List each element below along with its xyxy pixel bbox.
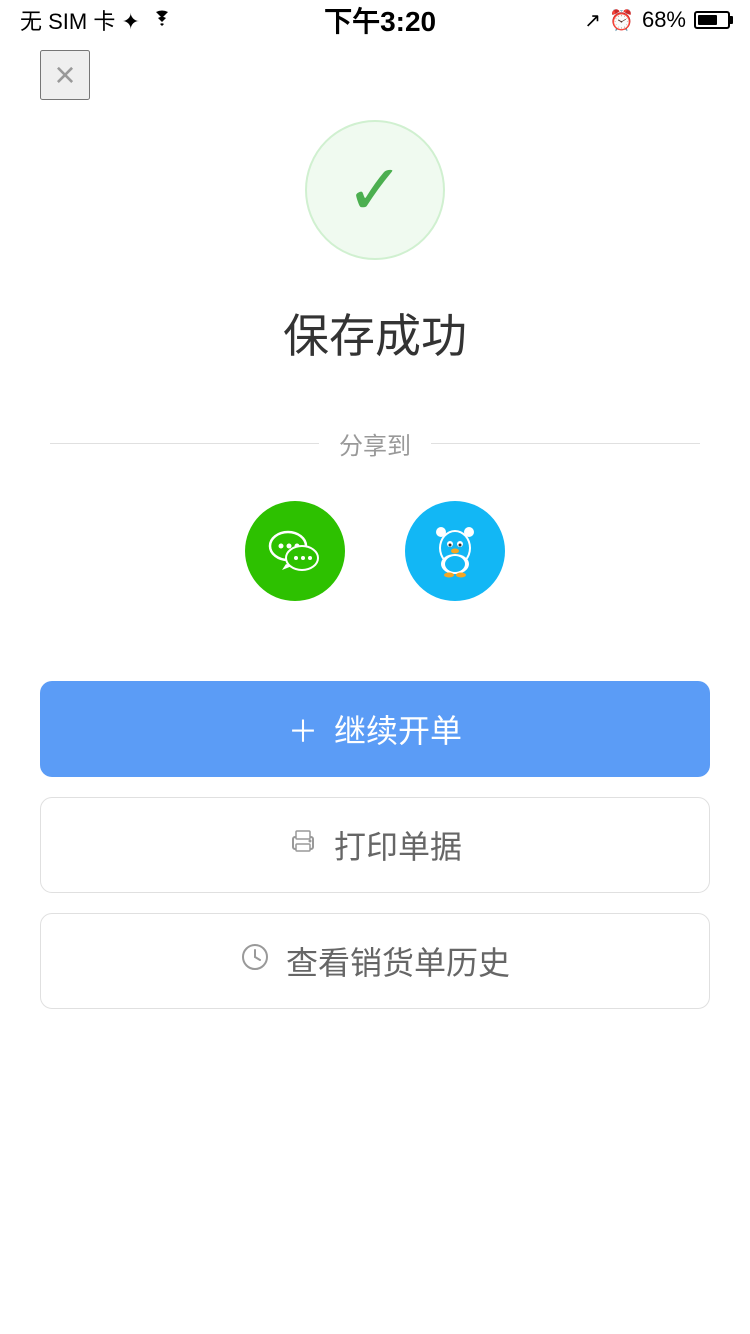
checkmark-icon: ✓ (346, 155, 405, 225)
wechat-icon (266, 526, 324, 576)
close-button[interactable]: × (40, 50, 90, 100)
battery-fill (698, 15, 717, 25)
history-button[interactable]: 查看销货单历史 (40, 913, 710, 1009)
history-icon (240, 942, 270, 980)
wechat-share-button[interactable] (245, 501, 345, 601)
main-content: ✓ 保存成功 分享到 (0, 40, 750, 1009)
continue-label: 继续开单 (334, 706, 462, 752)
location-icon: ↗ (584, 8, 601, 33)
share-divider: 分享到 (0, 426, 750, 461)
status-right: ↗ ⏰ 68% (584, 7, 730, 33)
success-title: 保存成功 (283, 300, 467, 366)
share-icons (245, 501, 505, 601)
history-label: 查看销货单历史 (286, 938, 510, 984)
action-buttons: ＋ 继续开单 打印单据 (0, 681, 750, 1009)
divider-line-right (431, 443, 700, 444)
success-circle: ✓ (305, 120, 445, 260)
status-left: 无 SIM 卡 ✦ (20, 4, 176, 36)
qq-share-button[interactable] (405, 501, 505, 601)
close-icon: × (54, 57, 75, 93)
continue-button[interactable]: ＋ 继续开单 (40, 681, 710, 777)
status-time: 下午3:20 (324, 0, 436, 40)
alarm-icon: ⏰ (609, 8, 634, 33)
qq-icon (429, 522, 481, 580)
sim-status: 无 SIM 卡 ✦ (20, 4, 140, 36)
battery-percent: 68% (642, 7, 686, 33)
plus-icon: ＋ (288, 707, 318, 751)
print-label: 打印单据 (334, 822, 462, 868)
divider-line-left (50, 443, 319, 444)
printer-icon (288, 827, 318, 863)
share-label: 分享到 (319, 426, 431, 461)
status-bar: 无 SIM 卡 ✦ 下午3:20 ↗ ⏰ 68% (0, 0, 750, 40)
wifi-icon (148, 10, 176, 30)
print-button[interactable]: 打印单据 (40, 797, 710, 893)
battery-icon (694, 11, 730, 29)
